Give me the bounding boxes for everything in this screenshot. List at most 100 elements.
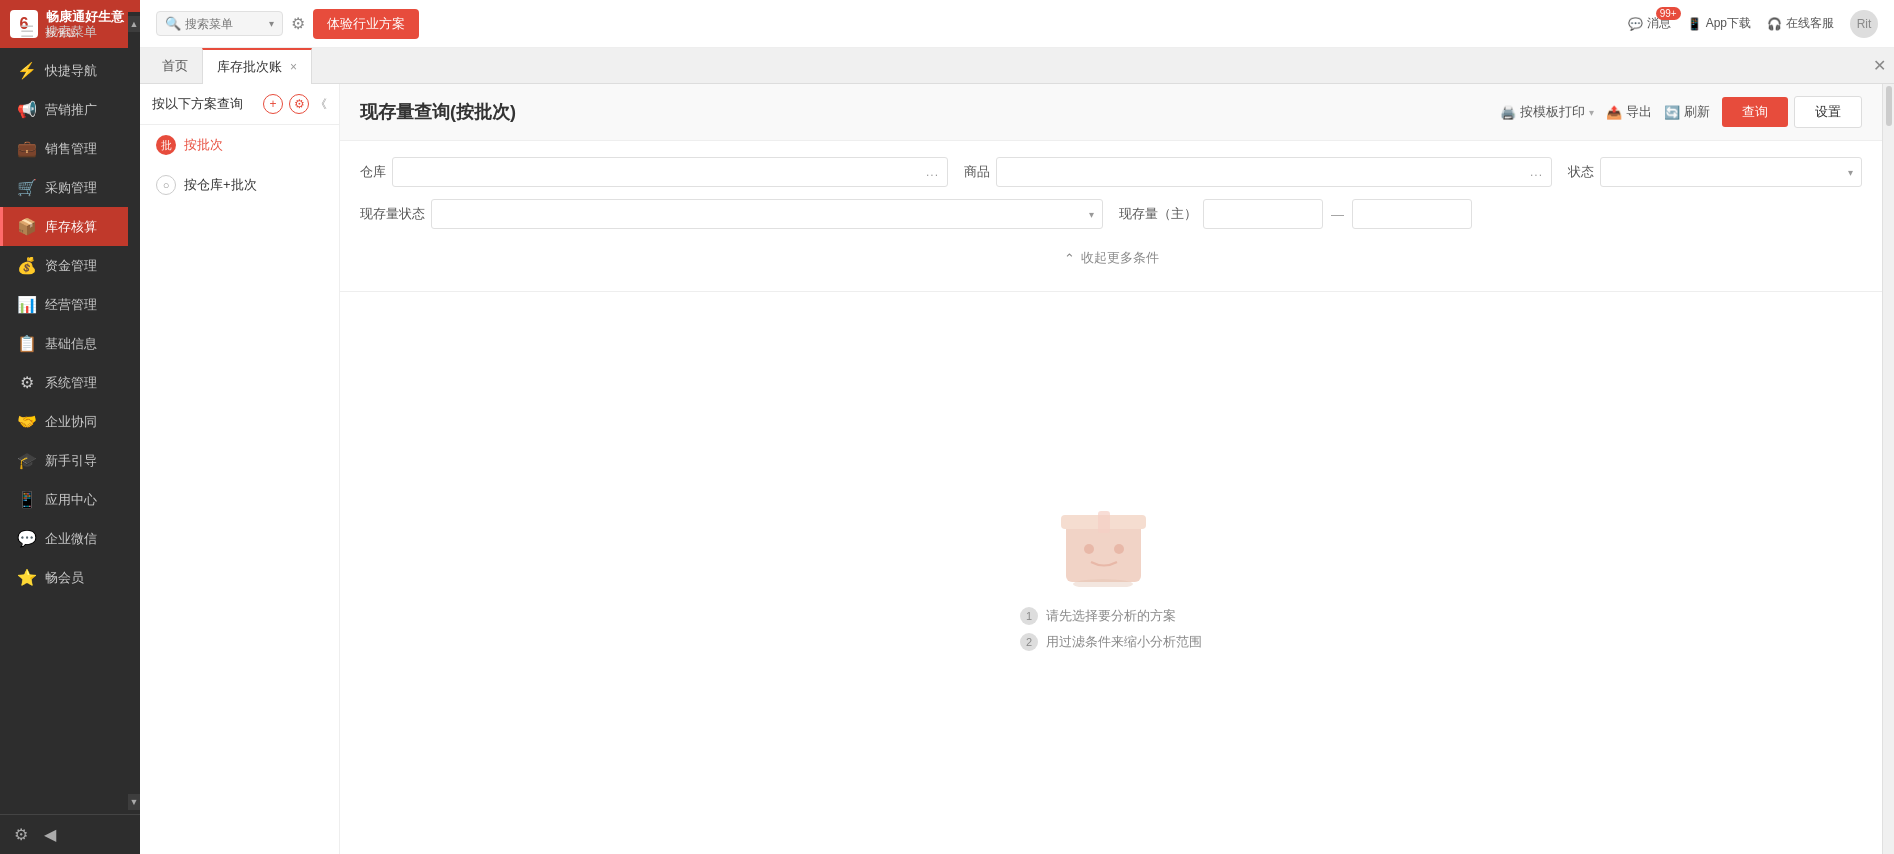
user-profile-btn[interactable]: Rit [1850, 10, 1878, 38]
gear-button[interactable]: ⚙ [291, 14, 305, 33]
export-label: 导出 [1626, 103, 1652, 121]
status-select[interactable]: ▾ [1600, 157, 1862, 187]
sidebar-item-newbie[interactable]: 🎓 新手引导 [0, 441, 128, 480]
tab-close-btn[interactable]: × [290, 60, 297, 74]
step-2-num: 2 [1020, 633, 1038, 651]
sidebar-item-finance[interactable]: 💰 资金管理 [0, 246, 128, 285]
inventory-status-label: 现存量状态 [360, 205, 425, 223]
print-dropdown-arrow[interactable]: ▾ [1589, 107, 1594, 118]
left-panel-title: 按以下方案查询 [152, 95, 243, 113]
sidebar-item-basics[interactable]: 📋 基础信息 [0, 324, 128, 363]
qty-dash: — [1323, 207, 1352, 222]
scheme-active-icon: 批 [156, 135, 176, 155]
scheme-settings-btn[interactable]: ⚙ [289, 94, 309, 114]
sidebar-item-label: 企业微信 [45, 530, 97, 548]
sidebar-item-operations[interactable]: 📊 经营管理 [0, 285, 128, 324]
tab-inventory-batch[interactable]: 库存批次账 × [202, 48, 312, 84]
tab-home[interactable]: 首页 [148, 48, 202, 84]
empty-steps: 1 请先选择要分析的方案 2 用过滤条件来缩小分析范围 [1020, 607, 1202, 659]
scheme-by-batch[interactable]: 批 按批次 [140, 125, 339, 165]
page-title-bar: 现存量查询(按批次) 🖨️ 按模板打印 ▾ 📤 导出 🔄 刷新 [340, 84, 1882, 141]
empty-state: 1 请先选择要分析的方案 2 用过滤条件来缩小分析范围 [340, 292, 1882, 854]
search-dropdown-arrow[interactable]: ▾ [269, 18, 274, 29]
sidebar-scroll-down[interactable]: ▼ [128, 794, 140, 810]
query-button[interactable]: 查询 [1722, 97, 1788, 127]
sidebar-item-sales[interactable]: 💼 销售管理 [0, 129, 128, 168]
message-icon: 💬 [1628, 17, 1643, 31]
online-service-btn[interactable]: 🎧 在线客服 [1767, 15, 1834, 32]
step-1-num: 1 [1020, 607, 1038, 625]
sidebar-item-label: 基础信息 [45, 335, 97, 353]
quick-nav-icon: ⚡ [17, 61, 37, 80]
print-icon: 🖨️ [1500, 105, 1516, 120]
empty-illustration [1051, 487, 1171, 587]
sidebar-item-label: 快捷导航 [45, 62, 97, 80]
product-dots: ... [1530, 165, 1543, 179]
left-panel-collapse-btn[interactable]: 《 [315, 96, 327, 113]
add-scheme-btn[interactable]: + [263, 94, 283, 114]
sidebar-item-enterprise[interactable]: 🤝 企业协同 [0, 402, 128, 441]
svg-point-3 [1084, 544, 1094, 554]
inventory-icon: 📦 [17, 217, 37, 236]
trial-button[interactable]: 体验行业方案 [313, 9, 419, 39]
tabbar-close-right-btn[interactable]: ✕ [1873, 56, 1886, 75]
product-input[interactable]: ... [996, 157, 1552, 187]
message-btn[interactable]: 💬 消息 99+ [1628, 15, 1671, 32]
sidebar-item-label: 新手引导 [45, 452, 97, 470]
inventory-status-select[interactable]: ▾ [431, 199, 1103, 229]
system-icon: ⚙ [17, 373, 37, 392]
filter-row-2: 现存量状态 ▾ 现存量（主） — [360, 199, 1862, 229]
sidebar-item-label: 销售管理 [45, 140, 97, 158]
step-1-text: 请先选择要分析的方案 [1046, 607, 1176, 625]
scrollbar-thumb[interactable] [1886, 86, 1892, 126]
message-badge: 99+ [1656, 7, 1681, 20]
export-icon: 📤 [1606, 105, 1622, 120]
inventory-qty-from[interactable] [1203, 199, 1323, 229]
sidebar-item-quick-nav[interactable]: ⚡ 快捷导航 [0, 51, 128, 90]
finance-icon: 💰 [17, 256, 37, 275]
sidebar-item-purchase[interactable]: 🛒 采购管理 [0, 168, 128, 207]
left-panel: 按以下方案查询 + ⚙ 《 批 按批次 ○ [140, 84, 340, 854]
refresh-icon: 🔄 [1664, 105, 1680, 120]
sidebar-item-app-center[interactable]: 📱 应用中心 [0, 480, 128, 519]
sidebar-collapse-btn[interactable]: ◀ [44, 825, 56, 844]
topbar-left: 🔍 ▾ ⚙ 体验行业方案 [156, 9, 1620, 39]
sidebar-settings-btn[interactable]: ⚙ [14, 825, 28, 844]
sidebar-item-label: 系统管理 [45, 374, 97, 392]
page-content: 按以下方案查询 + ⚙ 《 批 按批次 ○ [140, 84, 1894, 854]
status-label: 状态 [1568, 163, 1594, 181]
sidebar-scroll-up[interactable]: ▲ [128, 16, 140, 32]
status-filter: 状态 ▾ [1568, 157, 1862, 187]
empty-svg [1051, 487, 1171, 587]
settings-button[interactable]: 设置 [1794, 96, 1862, 128]
sidebar-item-members[interactable]: ⭐ 畅会员 [0, 558, 128, 597]
refresh-btn[interactable]: 🔄 刷新 [1664, 103, 1710, 121]
right-scrollbar[interactable] [1882, 84, 1894, 854]
sidebar-item-corp-wechat[interactable]: 💬 企业微信 [0, 519, 128, 558]
print-btn[interactable]: 🖨️ 按模板打印 ▾ [1500, 103, 1594, 121]
topbar-search-box[interactable]: 🔍 ▾ [156, 11, 283, 36]
settings-icon: ⚙ [294, 97, 305, 111]
app-download-btn[interactable]: 📱 App下载 [1687, 15, 1751, 32]
user-display: Rit [1857, 17, 1872, 31]
sidebar-item-marketing[interactable]: 📢 营销推广 [0, 90, 128, 129]
corp-wechat-icon: 💬 [17, 529, 37, 548]
sidebar-item-label: 企业协同 [45, 413, 97, 431]
inventory-qty-filter: 现存量（主） — [1119, 199, 1862, 229]
sidebar-item-system[interactable]: ⚙ 系统管理 [0, 363, 128, 402]
scheme-inactive-icon: ○ [156, 175, 176, 195]
warehouse-filter: 仓库 ... [360, 157, 948, 187]
inventory-qty-to[interactable] [1352, 199, 1472, 229]
inventory-status-filter: 现存量状态 ▾ [360, 199, 1103, 229]
step-2-text: 用过滤条件来缩小分析范围 [1046, 633, 1202, 651]
inventory-status-arrow: ▾ [1089, 209, 1094, 220]
warehouse-input[interactable]: ... [392, 157, 948, 187]
sidebar-item-inventory[interactable]: 📦 库存核算 [0, 207, 128, 246]
scheme-by-warehouse-batch[interactable]: ○ 按仓库+批次 [140, 165, 339, 205]
collapse-more-btn[interactable]: ⌃ 收起更多条件 [360, 241, 1862, 275]
export-btn[interactable]: 📤 导出 [1606, 103, 1652, 121]
members-icon: ⭐ [17, 568, 37, 587]
search-input[interactable] [185, 17, 265, 31]
app-download-icon: 📱 [1687, 17, 1702, 31]
tab-home-label: 首页 [162, 57, 188, 75]
